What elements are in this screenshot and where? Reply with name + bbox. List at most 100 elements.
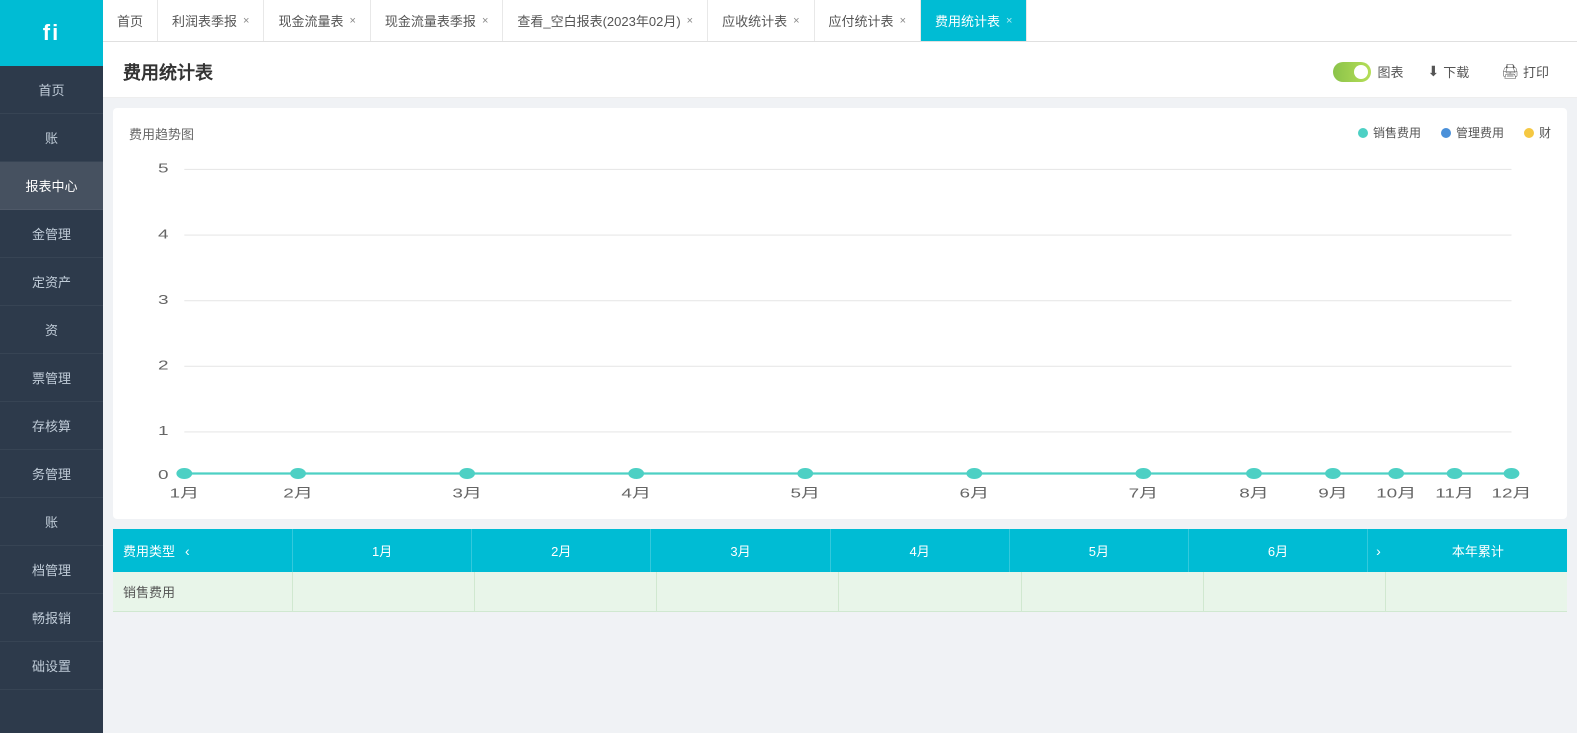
- tab-cashflow-quarterly[interactable]: 现金流量表季报 ×: [371, 0, 503, 41]
- sidebar-item-account[interactable]: 账: [0, 114, 103, 162]
- tab-profit-quarterly[interactable]: 利润表季报 ×: [158, 0, 264, 41]
- svg-text:6月: 6月: [960, 486, 990, 500]
- print-button[interactable]: 🖨 打印: [1493, 58, 1557, 85]
- sidebar-item-fixed-assets[interactable]: 定资产: [0, 258, 103, 306]
- download-label: 下载: [1443, 62, 1469, 81]
- legend-fin-label: 财: [1539, 124, 1551, 141]
- tab-payable-label: 应付统计表: [829, 11, 894, 30]
- tab-expense-stats[interactable]: 费用统计表 ×: [921, 0, 1027, 41]
- tab-cashflow[interactable]: 现金流量表 ×: [264, 0, 370, 41]
- svg-text:5: 5: [158, 161, 169, 175]
- download-icon: ⬇: [1427, 63, 1439, 80]
- col-header-may: 5月: [1010, 529, 1189, 572]
- svg-text:3: 3: [158, 293, 169, 307]
- legend-fin-expense: 财: [1524, 124, 1551, 141]
- svg-text:2: 2: [158, 358, 169, 372]
- chart-container: 5 4 3 2 1 0: [129, 153, 1551, 503]
- tab-payable[interactable]: 应付统计表 ×: [815, 0, 921, 41]
- svg-text:1: 1: [158, 424, 169, 438]
- print-label: 打印: [1523, 62, 1549, 81]
- sidebar-item-basic-settings[interactable]: 础设置: [0, 642, 103, 690]
- table-nav-prev[interactable]: ‹: [181, 543, 194, 559]
- sidebar-item-expense[interactable]: 畅报销: [0, 594, 103, 642]
- col-header-jun: 6月: [1189, 529, 1368, 572]
- tab-expense-stats-label: 费用统计表: [935, 11, 1000, 30]
- legend-mgmt-expense: 管理费用: [1441, 124, 1504, 141]
- svg-text:4月: 4月: [621, 486, 651, 500]
- tab-home-label: 首页: [117, 11, 143, 30]
- tab-blank-report-label: 查看_空白报表(2023年02月): [517, 11, 680, 30]
- print-icon: 🖨: [1501, 63, 1519, 80]
- cell-jan-sales: [293, 572, 475, 611]
- cell-ytd-sales: [1386, 572, 1567, 611]
- tab-cashflow-close[interactable]: ×: [349, 15, 355, 27]
- svg-text:8月: 8月: [1239, 486, 1269, 500]
- tab-receivable[interactable]: 应收统计表 ×: [708, 0, 814, 41]
- content-header: 费用统计表 图表 ⬇ 下载 🖨 打印: [103, 42, 1577, 98]
- tab-home[interactable]: 首页: [103, 0, 158, 41]
- page-title: 费用统计表: [123, 59, 213, 85]
- table-row-sales: 销售费用: [113, 572, 1567, 612]
- tab-blank-report[interactable]: 查看_空白报表(2023年02月) ×: [503, 0, 708, 41]
- sidebar-item-fund-mgmt[interactable]: 金管理: [0, 210, 103, 258]
- svg-text:0: 0: [158, 468, 169, 482]
- chart-toggle-container: 图表: [1333, 62, 1403, 82]
- col-type-label: 费用类型: [123, 541, 175, 560]
- legend-sales-label: 销售费用: [1373, 124, 1421, 141]
- tab-receivable-close[interactable]: ×: [793, 15, 799, 27]
- svg-text:3月: 3月: [452, 486, 482, 500]
- chart-legend: 销售费用 管理费用 财: [1358, 124, 1551, 141]
- line-chart-svg: 5 4 3 2 1 0: [129, 153, 1551, 503]
- tab-profit-quarterly-close[interactable]: ×: [243, 15, 249, 27]
- svg-text:1月: 1月: [170, 486, 200, 500]
- legend-sales-dot: [1358, 128, 1368, 138]
- tab-cashflow-label: 现金流量表: [278, 11, 343, 30]
- tab-expense-stats-close[interactable]: ×: [1006, 15, 1012, 27]
- tab-cashflow-quarterly-label: 现金流量表季报: [385, 11, 476, 30]
- data-table-header: 费用类型 ‹ 1月 2月 3月 4月 5月 6月 › 本年累计: [113, 529, 1567, 572]
- cell-apr-sales: [839, 572, 1021, 611]
- sidebar-item-assets[interactable]: 资: [0, 306, 103, 354]
- svg-text:4: 4: [158, 227, 169, 241]
- chart-section: 费用趋势图 销售费用 管理费用 财: [113, 108, 1567, 519]
- legend-mgmt-label: 管理费用: [1456, 124, 1504, 141]
- col-header-jan: 1月: [293, 529, 472, 572]
- tab-blank-report-close[interactable]: ×: [687, 15, 693, 27]
- sidebar-item-archive-mgmt[interactable]: 档管理: [0, 546, 103, 594]
- download-button[interactable]: ⬇ 下载: [1419, 58, 1477, 85]
- sidebar-item-inventory[interactable]: 存核算: [0, 402, 103, 450]
- tab-profit-quarterly-label: 利润表季报: [172, 11, 237, 30]
- table-nav-next[interactable]: ›: [1368, 543, 1389, 559]
- legend-sales-expense: 销售费用: [1358, 124, 1421, 141]
- tab-receivable-label: 应收统计表: [722, 11, 787, 30]
- cell-feb-sales: [475, 572, 657, 611]
- sidebar-logo: fi: [0, 0, 103, 66]
- cell-mar-sales: [657, 572, 839, 611]
- col-header-type: 费用类型 ‹: [113, 529, 293, 572]
- svg-text:9月: 9月: [1318, 486, 1348, 500]
- col-header-ytd: 本年累计: [1389, 529, 1567, 572]
- svg-text:10月: 10月: [1376, 486, 1416, 500]
- cell-type-sales: 销售费用: [113, 572, 293, 611]
- sidebar-item-home[interactable]: 首页: [0, 66, 103, 114]
- chart-toggle[interactable]: [1333, 62, 1371, 82]
- cell-may-sales: [1022, 572, 1204, 611]
- svg-text:12月: 12月: [1491, 486, 1531, 500]
- sidebar: fi 首页 账 报表中心 金管理 定资产 资 票管理 存核算 务管理 账 档管理…: [0, 0, 103, 733]
- svg-text:5月: 5月: [790, 486, 820, 500]
- svg-text:7月: 7月: [1129, 486, 1159, 500]
- data-table-section: 费用类型 ‹ 1月 2月 3月 4月 5月 6月 › 本年累计 销售费用: [113, 529, 1567, 612]
- sidebar-item-report-center[interactable]: 报表中心: [0, 162, 103, 210]
- cell-jun-sales: [1204, 572, 1386, 611]
- sidebar-item-invoice-mgmt[interactable]: 票管理: [0, 354, 103, 402]
- page-content: 费用统计表 图表 ⬇ 下载 🖨 打印 费用趋势图: [103, 42, 1577, 733]
- sidebar-item-ledger[interactable]: 账: [0, 498, 103, 546]
- svg-text:11月: 11月: [1435, 486, 1474, 500]
- sidebar-item-business-mgmt[interactable]: 务管理: [0, 450, 103, 498]
- chart-toggle-label: 图表: [1377, 62, 1403, 81]
- tab-payable-close[interactable]: ×: [900, 15, 906, 27]
- main-area: 首页 利润表季报 × 现金流量表 × 现金流量表季报 × 查看_空白报表(202…: [103, 0, 1577, 733]
- col-header-mar: 3月: [651, 529, 830, 572]
- tab-cashflow-quarterly-close[interactable]: ×: [482, 15, 488, 27]
- legend-fin-dot: [1524, 128, 1534, 138]
